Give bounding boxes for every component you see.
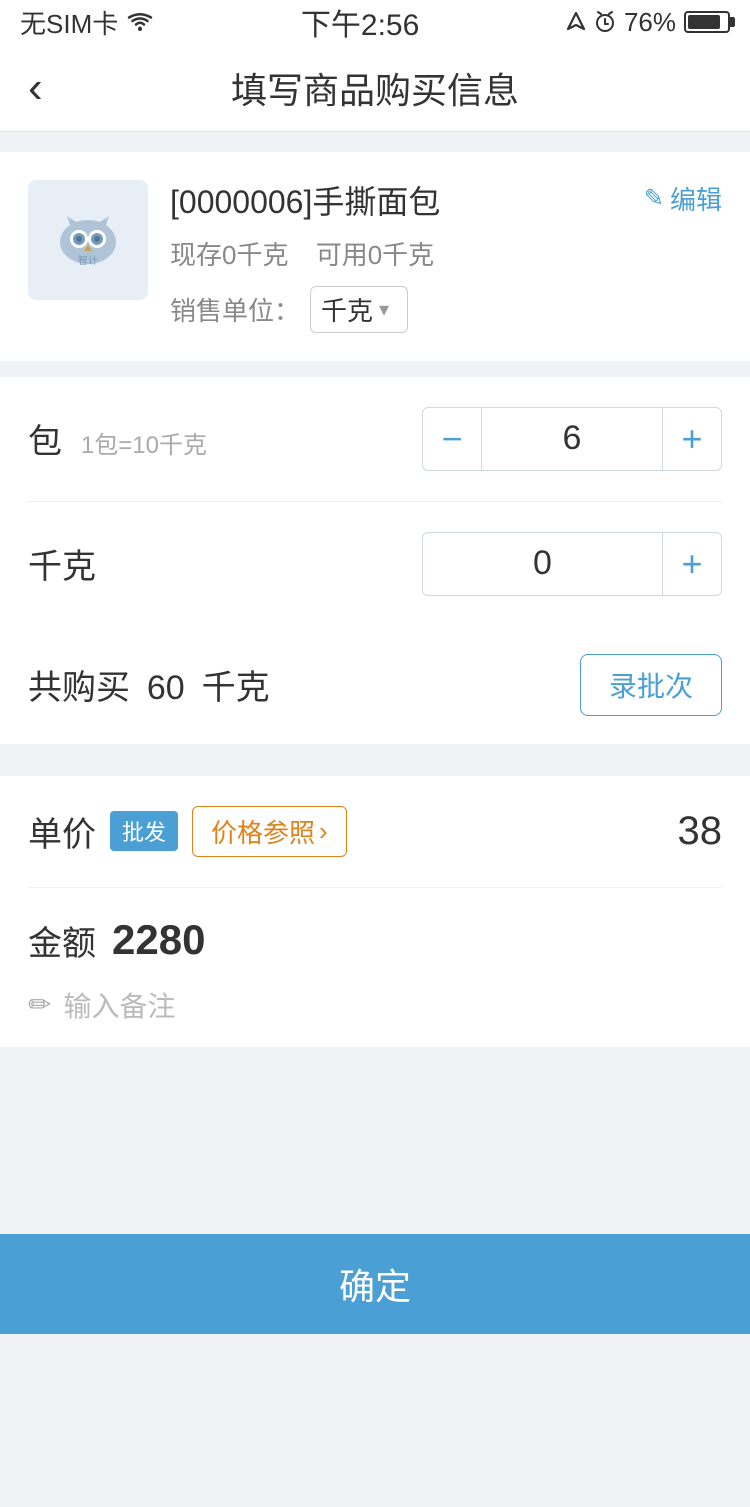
bao-input[interactable] [482,407,662,471]
alarm-icon [594,11,616,33]
price-label: 单价 [28,807,96,856]
summary-text-group: 共购买 60 千克 [28,660,270,709]
price-row: 单价 批发 价格参照 › 38 [28,776,722,888]
wifi-icon [126,12,154,32]
confirm-button[interactable]: 确定 [339,1258,411,1310]
confirm-bar[interactable]: 确定 [0,1234,750,1334]
battery-percent: 76% [624,7,676,38]
note-row[interactable]: ✏ 输入备注 [28,985,722,1025]
product-image: 智计 [28,180,148,300]
product-logo-icon: 智计 [53,212,123,268]
bao-minus-button[interactable]: − [422,407,482,471]
back-button[interactable]: ‹ [28,66,43,110]
batch-button[interactable]: 录批次 [580,654,722,716]
price-value: 38 [678,809,723,854]
empty-space [0,1047,750,1407]
separator-2 [0,744,750,760]
unit-select[interactable]: 千克 ▾ [310,286,408,333]
amount-row: 金额 2280 [28,916,722,965]
qianke-input[interactable] [422,532,662,596]
amount-label: 金额 [28,916,96,965]
amount-value: 2280 [112,916,205,964]
bao-label-group: 包 1包=10千克 [28,414,207,463]
product-card: 智计 [0000006]手撕面包 现存0千克 可用0千克 销售单位： 千克 ▾ … [0,152,750,361]
input-section: 包 1包=10千克 − + 千克 + [0,377,750,626]
bao-sublabel: 1包=10千克 [81,432,207,459]
bao-plus-button[interactable]: + [662,407,722,471]
product-name: [0000006]手撕面包 [170,180,722,225]
summary-label: 共购买 [28,669,130,707]
summary-row: 共购买 60 千克 录批次 [0,626,750,744]
note-placeholder: 输入备注 [63,985,175,1025]
note-icon: ✏ [28,988,51,1021]
status-time: 下午2:56 [301,0,419,44]
price-tag: 批发 [110,811,178,851]
nav-bar: ‹ 填写商品购买信息 [0,44,750,132]
page-title: 填写商品购买信息 [231,62,519,114]
location-icon [566,11,586,33]
battery-icon [684,11,730,33]
qianke-plus-button[interactable]: + [662,532,722,596]
price-ref-button[interactable]: 价格参照 › [192,806,347,857]
price-ref-arrow: › [319,816,328,847]
separator-1 [0,361,750,377]
summary-value: 60 [147,669,185,707]
product-stock: 现存0千克 可用0千克 [170,235,722,272]
price-section: 单价 批发 价格参照 › 38 [0,776,750,888]
edit-icon: ✎ [644,184,664,213]
status-left: 无SIM卡 [20,4,154,41]
qianke-label: 千克 [28,539,96,588]
product-unit-row: 销售单位： 千克 ▾ [170,286,722,333]
qianke-input-control: + [422,532,722,596]
summary-unit: 千克 [202,669,270,707]
bao-input-row: 包 1包=10千克 − + [28,377,722,502]
bao-label: 包 [28,423,62,461]
carrier-text: 无SIM卡 [20,4,118,41]
edit-button[interactable]: ✎ 编辑 [644,180,722,217]
product-info: [0000006]手撕面包 现存0千克 可用0千克 销售单位： 千克 ▾ [170,180,722,333]
status-right: 76% [566,7,730,38]
unit-dropdown-arrow: ▾ [379,297,389,322]
price-ref-label: 价格参照 [211,813,315,850]
qianke-input-row: 千克 + [28,502,722,626]
amount-section: 金额 2280 ✏ 输入备注 [0,888,750,1047]
bao-input-control: − + [422,407,722,471]
svg-text:智计: 智计 [78,254,98,267]
status-bar: 无SIM卡 下午2:56 76% [0,0,750,44]
